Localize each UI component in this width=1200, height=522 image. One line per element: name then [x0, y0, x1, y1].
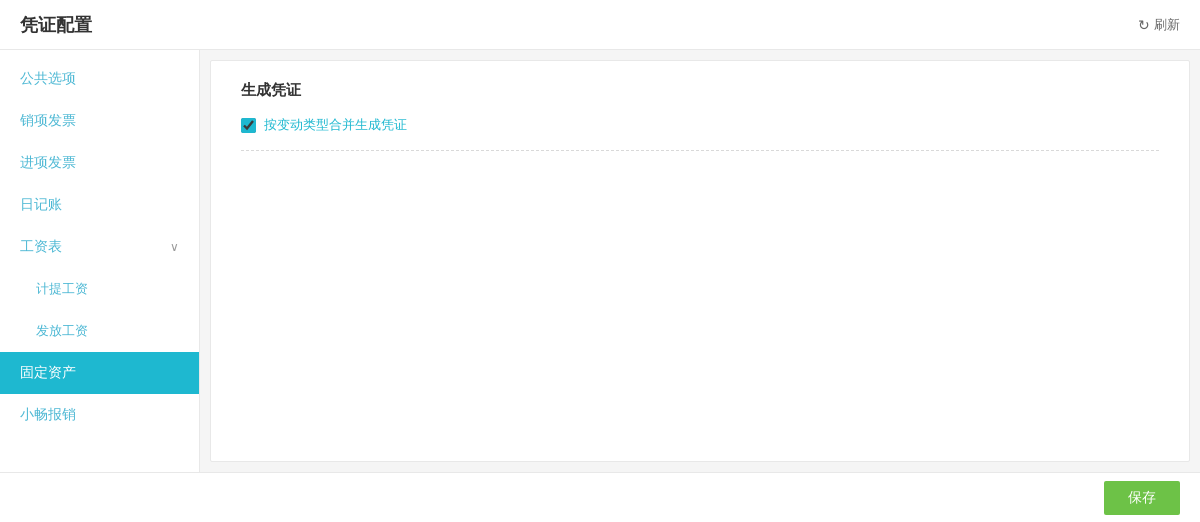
refresh-button[interactable]: ↻ 刷新: [1138, 16, 1180, 34]
section-divider: [241, 150, 1159, 151]
main-content: 生成凭证 按变动类型合并生成凭证: [210, 60, 1190, 462]
page-body: 公共选项 销项发票 进项发票 日记账 工资表 ∨ 计提工资 发放工资 固定资: [0, 50, 1200, 472]
sidebar-item-label: 工资表: [20, 238, 62, 256]
refresh-icon: ↻: [1138, 17, 1150, 33]
sidebar-item-label: 日记账: [20, 196, 62, 214]
merge-by-type-label[interactable]: 按变动类型合并生成凭证: [264, 116, 407, 134]
sidebar-item-label: 固定资产: [20, 364, 76, 382]
sidebar-item-label: 进项发票: [20, 154, 76, 172]
sidebar-item-accrual-wages[interactable]: 计提工资: [0, 268, 199, 310]
page-title: 凭证配置: [20, 13, 92, 37]
page-header: 凭证配置 ↻ 刷新: [0, 0, 1200, 50]
sidebar-item-label: 销项发票: [20, 112, 76, 130]
chevron-down-icon: ∨: [170, 240, 179, 254]
sidebar: 公共选项 销项发票 进项发票 日记账 工资表 ∨ 计提工资 发放工资 固定资: [0, 50, 200, 472]
sidebar-item-payroll-sheet[interactable]: 工资表 ∨: [0, 226, 199, 268]
page-footer: 保存: [0, 472, 1200, 522]
sidebar-item-fixed-assets[interactable]: 固定资产: [0, 352, 199, 394]
sidebar-item-purchase-invoice[interactable]: 进项发票: [0, 142, 199, 184]
checkbox-row: 按变动类型合并生成凭证: [241, 116, 1159, 134]
sidebar-item-petty-expense[interactable]: 小畅报销: [0, 394, 199, 436]
sidebar-item-public-options[interactable]: 公共选项: [0, 58, 199, 100]
sidebar-item-label: 公共选项: [20, 70, 76, 88]
refresh-label: 刷新: [1154, 16, 1180, 34]
sidebar-item-label: 小畅报销: [20, 406, 76, 424]
section-title: 生成凭证: [241, 81, 1159, 100]
sidebar-item-journal[interactable]: 日记账: [0, 184, 199, 226]
merge-by-type-checkbox[interactable]: [241, 118, 256, 133]
page-wrapper: 凭证配置 ↻ 刷新 公共选项 销项发票 进项发票 日记账 工资表 ∨: [0, 0, 1200, 522]
sidebar-item-label: 计提工资: [36, 280, 88, 298]
sidebar-item-pay-wages[interactable]: 发放工资: [0, 310, 199, 352]
save-button[interactable]: 保存: [1104, 481, 1180, 515]
sidebar-item-sales-invoice[interactable]: 销项发票: [0, 100, 199, 142]
sidebar-item-label: 发放工资: [36, 322, 88, 340]
